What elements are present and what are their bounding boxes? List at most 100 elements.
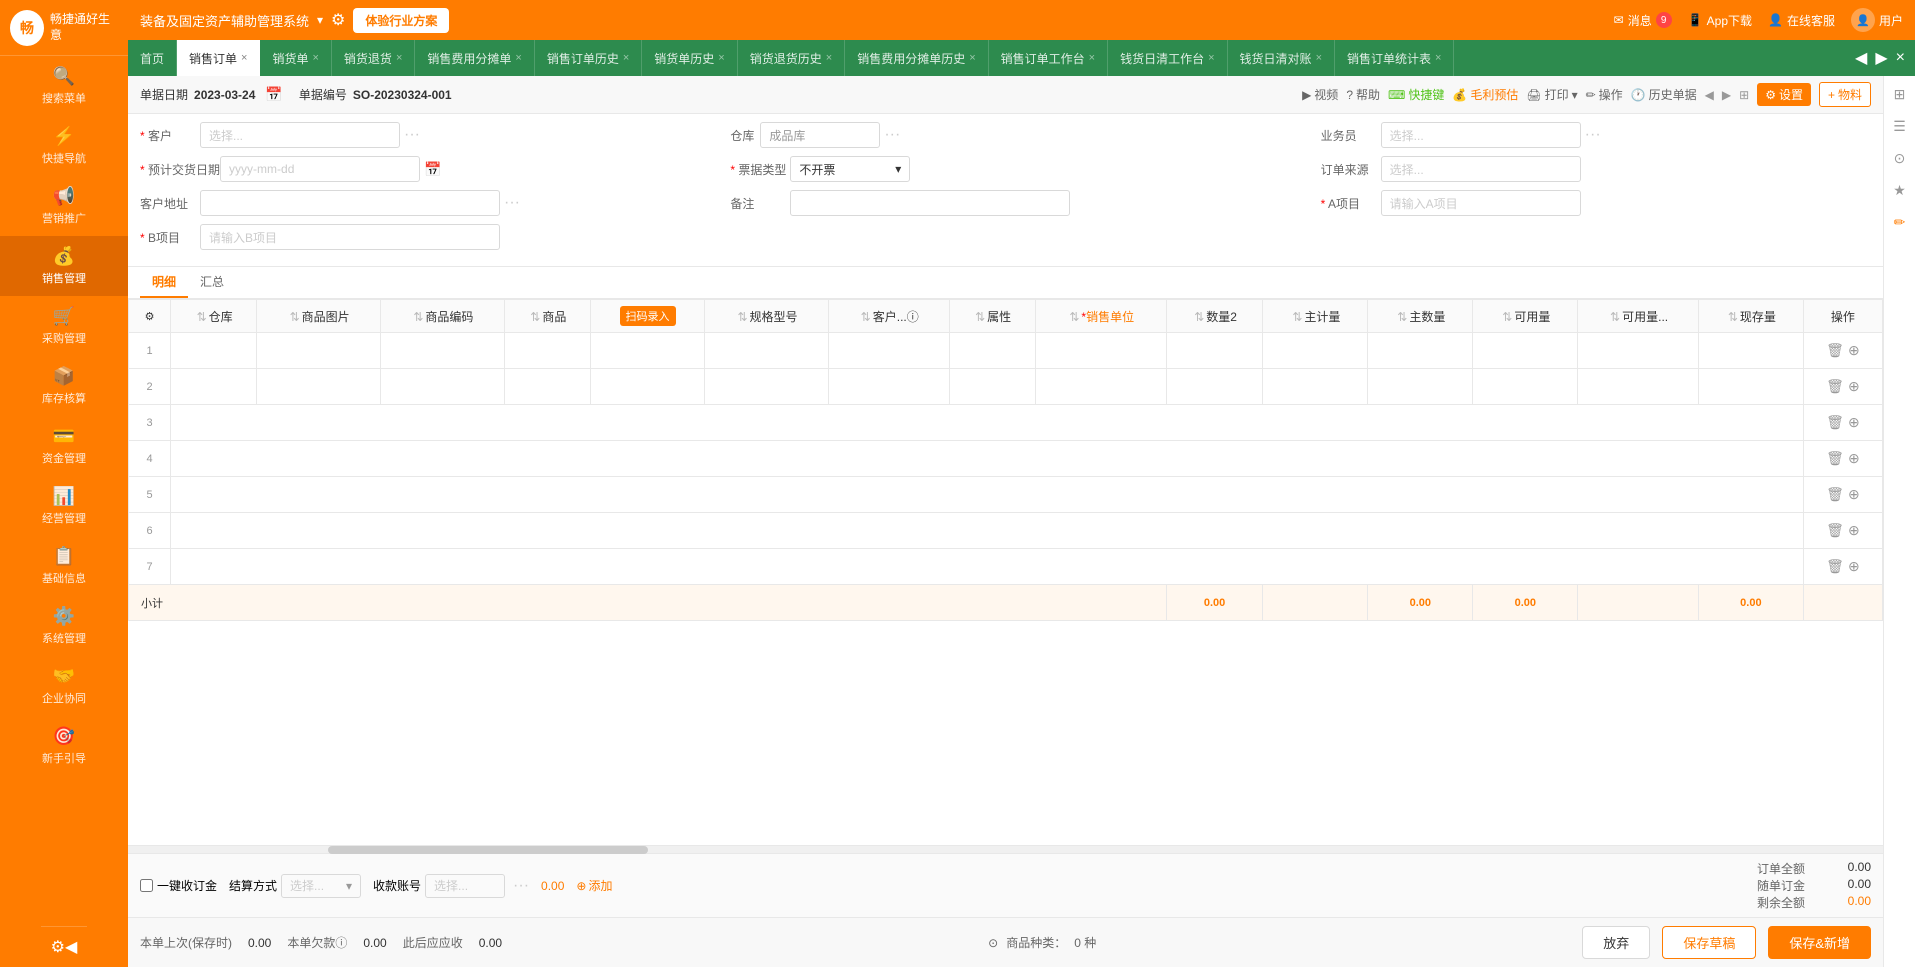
row-1-product[interactable]: [504, 333, 590, 369]
profit-btn[interactable]: 💰 毛利预估: [1452, 86, 1518, 103]
order-source-input[interactable]: 选择...: [1381, 156, 1581, 182]
row-2-product[interactable]: [504, 369, 590, 405]
warehouse-input[interactable]: 成品库: [760, 122, 880, 148]
tab-sales-return-close[interactable]: ×: [396, 52, 402, 64]
sidebar-item-system[interactable]: ⚙️ 系统管理: [0, 596, 128, 656]
tab-order-workbench[interactable]: 销售订单工作台 ×: [989, 40, 1108, 76]
tab-expense-history[interactable]: 销售费用分摊单历史 ×: [845, 40, 988, 76]
sidebar-item-basic-info[interactable]: 📋 基础信息: [0, 536, 128, 596]
sidebar-item-quicknav[interactable]: ⚡ 快捷导航: [0, 116, 128, 176]
row-7-copy-btn[interactable]: ⊕: [1848, 558, 1860, 575]
row-1-customer-code[interactable]: [828, 333, 949, 369]
tab-daily-workbench[interactable]: 钱货日清工作台 ×: [1108, 40, 1227, 76]
row-7-delete-btn[interactable]: 🗑: [1826, 558, 1844, 575]
row-2-customer-code[interactable]: [828, 369, 949, 405]
row-2-main-qty[interactable]: [1368, 369, 1473, 405]
tab-sales-order-history-close[interactable]: ×: [623, 52, 629, 64]
date-value[interactable]: 2023-03-24: [194, 88, 255, 102]
col-scan[interactable]: 扫码录入: [590, 300, 704, 333]
tab-sales-order[interactable]: 销售订单 ×: [177, 40, 260, 76]
col-spec[interactable]: ⇅规格型号: [705, 300, 829, 333]
row-4-delete-btn[interactable]: 🗑: [1826, 450, 1844, 467]
row-3-copy-btn[interactable]: ⊕: [1848, 414, 1860, 431]
row-6-copy-btn[interactable]: ⊕: [1848, 522, 1860, 539]
col-attr[interactable]: ⇅属性: [949, 300, 1035, 333]
row-1-image[interactable]: [257, 333, 381, 369]
col-current[interactable]: ⇅现存量: [1698, 300, 1803, 333]
account-select[interactable]: 选择...: [425, 874, 505, 898]
row-1-code[interactable]: [380, 333, 504, 369]
row-2-main-unit[interactable]: [1263, 369, 1368, 405]
scrollbar-thumb[interactable]: [328, 846, 648, 854]
row-1-warehouse[interactable]: [171, 333, 257, 369]
online-service-item[interactable]: 👤 在线客服: [1768, 12, 1835, 29]
sidebar-item-sales[interactable]: 💰 销售管理: [0, 236, 128, 296]
discard-button[interactable]: 放弃: [1582, 926, 1650, 959]
col-settings[interactable]: ⚙: [129, 300, 171, 333]
shortcut-btn[interactable]: ⌨ 快捷键: [1388, 86, 1444, 103]
tab-daily-account[interactable]: 钱货日清对账 ×: [1228, 40, 1335, 76]
col-qty2[interactable]: ⇅数量2: [1166, 300, 1263, 333]
rs-icon-5[interactable]: ✏: [1886, 208, 1914, 236]
tab-prev-icon[interactable]: ◀: [1851, 48, 1871, 68]
settings-btn[interactable]: ⚙ 设置: [1757, 83, 1811, 106]
row-5-delete-btn[interactable]: 🗑: [1826, 486, 1844, 503]
calendar-icon[interactable]: 📅: [265, 86, 282, 103]
invoice-select[interactable]: 不开票 ▾: [790, 156, 910, 182]
col-warehouse[interactable]: ⇅仓库: [171, 300, 257, 333]
b-project-input[interactable]: 请输入B项目: [200, 224, 500, 250]
col-available2[interactable]: ⇅可用量...: [1578, 300, 1699, 333]
horizontal-scrollbar[interactable]: [128, 845, 1883, 853]
tab-sales-stats[interactable]: 销售订单统计表 ×: [1335, 40, 1454, 76]
col-unit[interactable]: ⇅*销售单位: [1035, 300, 1166, 333]
tab-sales-return-history-close[interactable]: ×: [826, 52, 832, 64]
col-product[interactable]: ⇅商品: [504, 300, 590, 333]
nav-left-icon[interactable]: ◀: [1705, 88, 1714, 102]
grid-view-icon[interactable]: ⊞: [1739, 88, 1749, 102]
sidebar-item-marketing[interactable]: 📢 营销推广: [0, 176, 128, 236]
row-1-attr[interactable]: [949, 333, 1035, 369]
payment-select[interactable]: 选择... ▾: [281, 874, 361, 898]
plan-button[interactable]: 体验行业方案: [353, 8, 449, 33]
user-item[interactable]: 👤 用户: [1851, 8, 1903, 32]
customer-dots[interactable]: ···: [404, 126, 420, 144]
print-dropdown-icon[interactable]: ▾: [1572, 88, 1578, 102]
add-link[interactable]: ⊕ 添加: [576, 877, 612, 894]
sidebar-item-search[interactable]: 🔍 搜索菜单: [0, 56, 128, 116]
row-2-spec[interactable]: [705, 369, 829, 405]
tab-menu-icon[interactable]: ×: [1892, 49, 1909, 67]
address-input[interactable]: [200, 190, 500, 216]
tab-sales-order-history[interactable]: 销售订单历史 ×: [535, 40, 642, 76]
row-2-copy-btn[interactable]: ⊕: [1848, 378, 1860, 395]
col-image[interactable]: ⇅商品图片: [257, 300, 381, 333]
row-4-copy-btn[interactable]: ⊕: [1848, 450, 1860, 467]
row-2-scan[interactable]: [590, 369, 704, 405]
address-dots[interactable]: ···: [504, 194, 520, 212]
tab-summary[interactable]: 汇总: [188, 267, 236, 298]
tab-sales-invoice-history[interactable]: 销货单历史 ×: [642, 40, 737, 76]
row-1-main-qty[interactable]: [1368, 333, 1473, 369]
row-1-main-unit[interactable]: [1263, 333, 1368, 369]
sidebar-item-purchase[interactable]: 🛒 采购管理: [0, 296, 128, 356]
history-btn[interactable]: 🕐 历史单据: [1631, 86, 1697, 103]
row-2-available[interactable]: [1473, 369, 1578, 405]
tab-sales-invoice-close[interactable]: ×: [312, 52, 318, 64]
number-value[interactable]: SO-20230324-001: [353, 88, 452, 102]
row-1-unit[interactable]: [1035, 333, 1166, 369]
row-1-available2[interactable]: [1578, 333, 1699, 369]
nav-right-icon[interactable]: ▶: [1722, 88, 1731, 102]
row-6-delete-btn[interactable]: 🗑: [1826, 522, 1844, 539]
sidebar-item-guide[interactable]: 🎯 新手引导: [0, 716, 128, 776]
row-2-unit[interactable]: [1035, 369, 1166, 405]
row-1-copy-btn[interactable]: ⊕: [1848, 342, 1860, 359]
row-1-available[interactable]: [1473, 333, 1578, 369]
topbar-settings-icon[interactable]: ⚙: [331, 10, 345, 30]
delivery-input[interactable]: yyyy-mm-dd: [220, 156, 420, 182]
row-2-current[interactable]: [1698, 369, 1803, 405]
print-btn[interactable]: 🖨 打印 ▾: [1526, 86, 1577, 103]
row-2-attr[interactable]: [949, 369, 1035, 405]
rs-icon-1[interactable]: ⊞: [1886, 80, 1914, 108]
customer-input[interactable]: 选择...: [200, 122, 400, 148]
tab-next-icon[interactable]: ▶: [1871, 48, 1891, 68]
col-customer-code[interactable]: ⇅客户...ⓘ: [828, 300, 949, 333]
